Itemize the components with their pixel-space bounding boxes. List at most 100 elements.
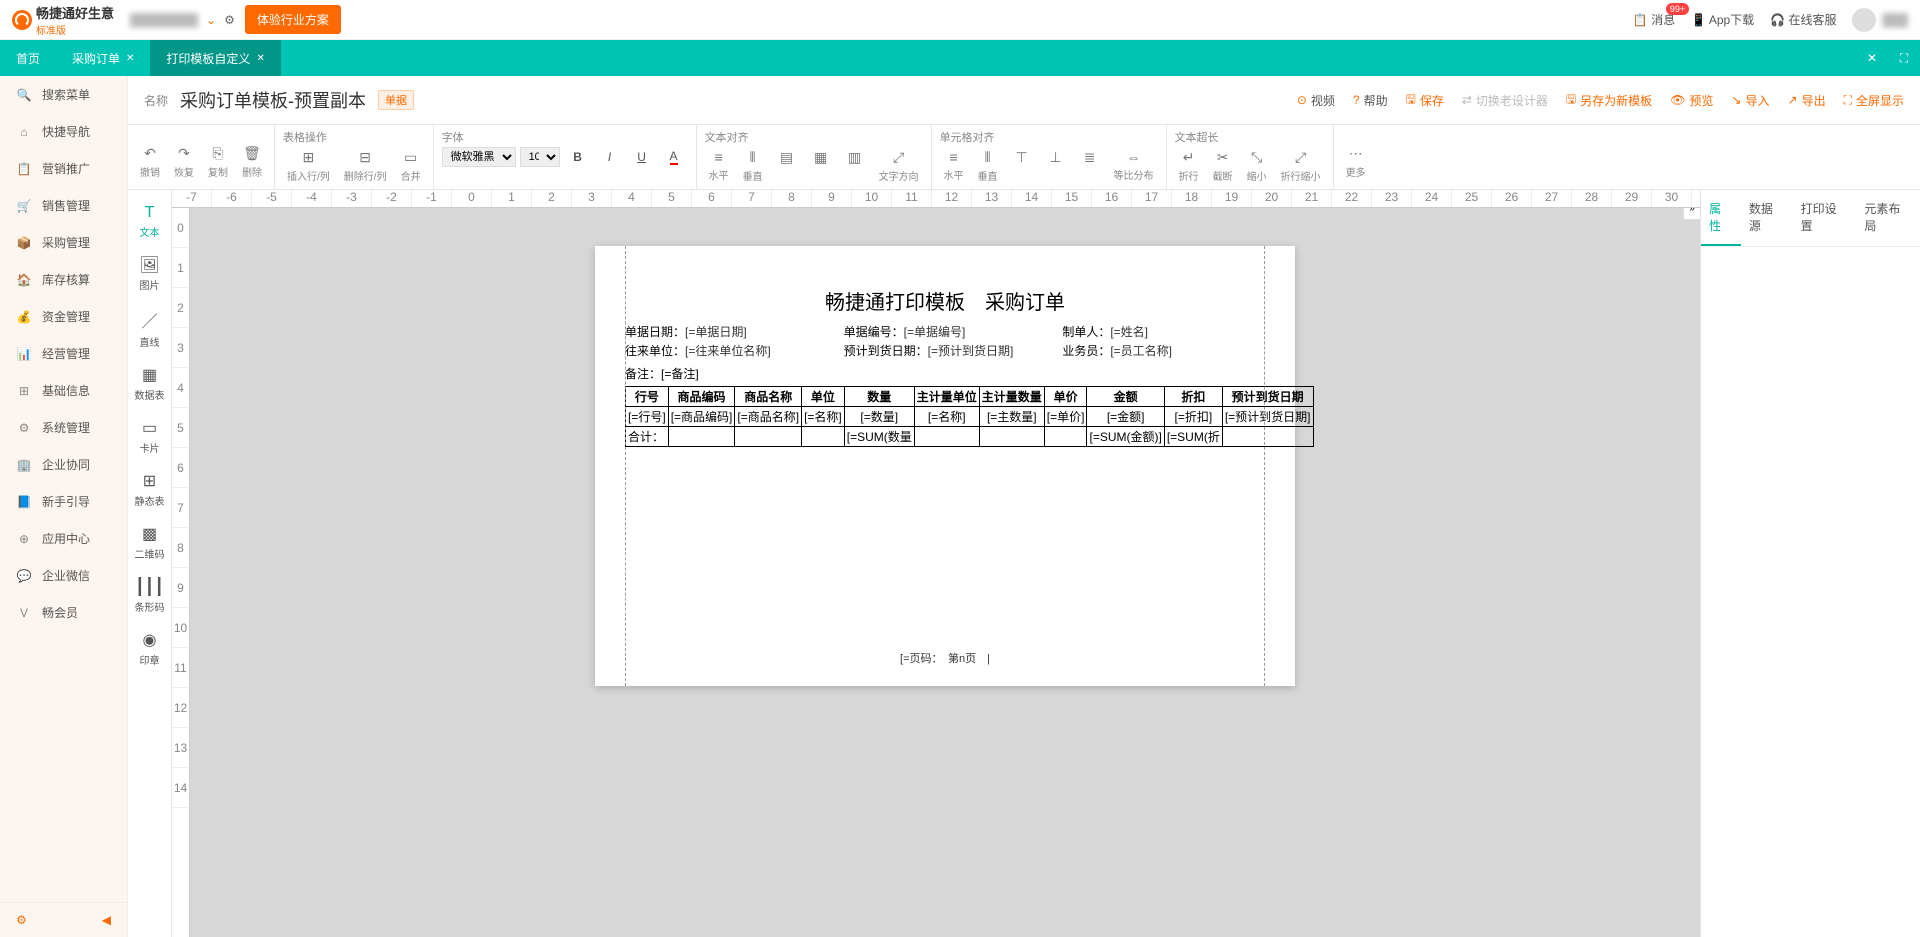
top-bar: 畅捷通好生意 标准版 ████████ ⌄ ⚙ 体验行业方案 📋 消息 📱 Ap… — [0, 0, 1920, 40]
sidebar-item[interactable]: ⊞基础信息 — [0, 372, 127, 409]
panel-tab[interactable]: 属性 — [1701, 190, 1741, 246]
clip-button[interactable]: ✂截断 — [1209, 147, 1237, 185]
try-industry-button[interactable]: 体验行业方案 — [245, 5, 341, 34]
merge-button[interactable]: ▭合并 — [397, 147, 425, 185]
sidebar-item[interactable]: 💰资金管理 — [0, 298, 127, 335]
panel-tab[interactable]: 数据源 — [1741, 190, 1793, 246]
valign-button[interactable]: ⫴垂直 — [739, 147, 767, 185]
remark-row[interactable]: 备注：[=备注] — [625, 365, 1265, 382]
tab-print-template[interactable]: 打印模板自定义✕ — [150, 40, 280, 76]
palette-barcode[interactable]: ┃┃┃条形码 — [128, 569, 171, 622]
cell-halign-button[interactable]: ≡水平 — [940, 147, 968, 185]
font-family-select[interactable]: 微软雅黑 — [442, 147, 516, 167]
font-size-select[interactable]: 10 — [520, 147, 560, 167]
field[interactable]: 业务员：[=员工名称] — [1062, 342, 1265, 359]
export-button[interactable]: ↗ 导出 — [1788, 90, 1826, 111]
distribute-button[interactable]: ⇔等比分布 — [1110, 147, 1158, 185]
panel-tab[interactable]: 元素布局 — [1856, 190, 1920, 246]
redo-button[interactable]: ↷恢复 — [170, 143, 198, 181]
undo-button[interactable]: ↶撤销 — [136, 143, 164, 181]
expand-tabs-button[interactable]: ⛶ — [1888, 40, 1920, 76]
align-center-button[interactable]: ▦ — [807, 147, 835, 185]
delete-rowcol-button[interactable]: ⊟删除行/列 — [340, 147, 391, 185]
collapse-sidebar-icon[interactable]: ◀ — [102, 913, 111, 927]
tab-home[interactable]: 首页 — [0, 40, 56, 76]
panel-tab[interactable]: 打印设置 — [1793, 190, 1857, 246]
sidebar-item[interactable]: 📋营销推广 — [0, 150, 127, 187]
palette-stamp[interactable]: ◉印章 — [128, 622, 171, 675]
save-button[interactable]: 🖫 保存 — [1406, 90, 1444, 111]
sidebar-item[interactable]: V畅会员 — [0, 594, 127, 631]
palette-image[interactable]: 🖼图片 — [128, 247, 171, 300]
fullscreen-button[interactable]: ⛶ 全屏显示 — [1844, 90, 1904, 111]
palette-line[interactable]: ／直线 — [128, 300, 171, 357]
save-as-button[interactable]: 🖫 另存为新模板 — [1566, 90, 1652, 111]
sidebar-item[interactable]: ⊕应用中心 — [0, 520, 127, 557]
doc-title[interactable]: 畅捷通打印模板 采购订单 — [625, 286, 1265, 315]
underline-button[interactable]: U — [628, 148, 656, 166]
delete-button[interactable]: 🗑删除 — [238, 143, 266, 181]
field[interactable]: 往来单位：[=往来单位名称] — [625, 342, 828, 359]
palette-text[interactable]: T文本 — [128, 196, 171, 247]
sidebar-item[interactable]: 🔍搜索菜单 — [0, 76, 127, 113]
sidebar-item[interactable]: 📘新手引导 — [0, 483, 127, 520]
field[interactable]: 单据编号：[=单据编号] — [844, 323, 1047, 340]
close-icon[interactable]: ✕ — [126, 53, 134, 64]
gear-icon[interactable]: ⚙ — [224, 13, 235, 27]
field[interactable]: 单据日期：[=单据日期] — [625, 323, 828, 340]
close-all-tabs-button[interactable]: ✕ — [1856, 40, 1888, 76]
messages-label: 消息 — [1651, 13, 1675, 27]
bold-button[interactable]: B — [564, 148, 592, 166]
help-button[interactable]: ?帮助 — [1353, 90, 1388, 111]
font-color-button[interactable]: A — [660, 147, 688, 167]
sidebar-item[interactable]: 📊经营管理 — [0, 335, 127, 372]
app-download-link[interactable]: 📱 App下载 — [1691, 11, 1754, 28]
sidebar-item[interactable]: 💬企业微信 — [0, 557, 127, 594]
sidebar-item[interactable]: ⌂快捷导航 — [0, 113, 127, 150]
canvas[interactable]: -7-6-5-4-3-2-101234567891011121314151617… — [172, 190, 1700, 937]
sidebar-icon: 🏢 — [16, 458, 32, 472]
video-button[interactable]: ⊙视频 — [1297, 90, 1335, 111]
user-menu[interactable]: ███ — [1852, 8, 1908, 32]
sidebar-item[interactable]: 🛒销售管理 — [0, 187, 127, 224]
cell-bot-button[interactable]: ≣ — [1076, 147, 1104, 185]
page[interactable]: 畅捷通打印模板 采购订单 单据日期：[=单据日期] 单据编号：[=单据编号] 制单人… — [595, 246, 1295, 686]
sidebar-item[interactable]: 📦采购管理 — [0, 224, 127, 261]
more-button[interactable]: ⋯更多 — [1342, 143, 1370, 181]
copy-button[interactable]: ⎘复制 — [204, 143, 232, 181]
close-icon[interactable]: ✕ — [256, 53, 264, 64]
wrapshrink-button[interactable]: ⤢折行缩小 — [1277, 147, 1325, 185]
halign-button[interactable]: ≡水平 — [705, 147, 733, 185]
wrap-button[interactable]: ↵折行 — [1175, 147, 1203, 185]
messages-link[interactable]: 📋 消息 — [1633, 11, 1675, 28]
palette-datatable[interactable]: ▦数据表 — [128, 357, 171, 410]
detail-table[interactable]: 行号商品编码商品名称单位数量主计量单位主计量数量单价金额折扣预计到货日期 [=行… — [625, 386, 1314, 447]
shrink-button[interactable]: ⤡缩小 — [1243, 147, 1271, 185]
field[interactable]: 制单人：[=姓名] — [1062, 323, 1265, 340]
palette-qrcode[interactable]: ▩二维码 — [128, 516, 171, 569]
italic-button[interactable]: I — [596, 148, 624, 166]
sidebar-item[interactable]: ⚙系统管理 — [0, 409, 127, 446]
import-button[interactable]: ↘ 导入 — [1731, 90, 1769, 111]
text-direction-button[interactable]: ⤢文字方向 — [875, 147, 923, 185]
sidebar-item[interactable]: 🏠库存核算 — [0, 261, 127, 298]
cell-mid-button[interactable]: ⊥ — [1042, 147, 1070, 185]
sidebar-label: 库存核算 — [42, 271, 90, 288]
customer-service-link[interactable]: 🎧 在线客服 — [1770, 11, 1836, 28]
page-footer[interactable]: [=页码： 第n页 | — [595, 650, 1295, 666]
preview-button[interactable]: 👁 预览 — [1670, 90, 1713, 111]
palette-statictable[interactable]: ⊞静态表 — [128, 463, 171, 516]
insert-rowcol-button[interactable]: ⊞插入行/列 — [283, 147, 334, 185]
field[interactable]: 预计到货日期：[=预计到货日期] — [844, 342, 1047, 359]
org-selector[interactable]: ████████ ⌄ ⚙ — [130, 13, 235, 27]
cell-top-button[interactable]: ⊤ — [1008, 147, 1036, 185]
align-right-button[interactable]: ▥ — [841, 147, 869, 185]
tab-purchase-order[interactable]: 采购订单✕ — [56, 40, 150, 76]
switch-designer-button[interactable]: ⇄ 切换老设计器 — [1462, 90, 1548, 111]
align-left-button[interactable]: ▤ — [773, 147, 801, 185]
sidebar-item[interactable]: 🏢企业协同 — [0, 446, 127, 483]
settings-icon[interactable]: ⚙ — [16, 913, 27, 927]
palette-card[interactable]: ▭卡片 — [128, 410, 171, 463]
cell-valign-button[interactable]: ⫴垂直 — [974, 147, 1002, 185]
sidebar-label: 销售管理 — [42, 197, 90, 214]
